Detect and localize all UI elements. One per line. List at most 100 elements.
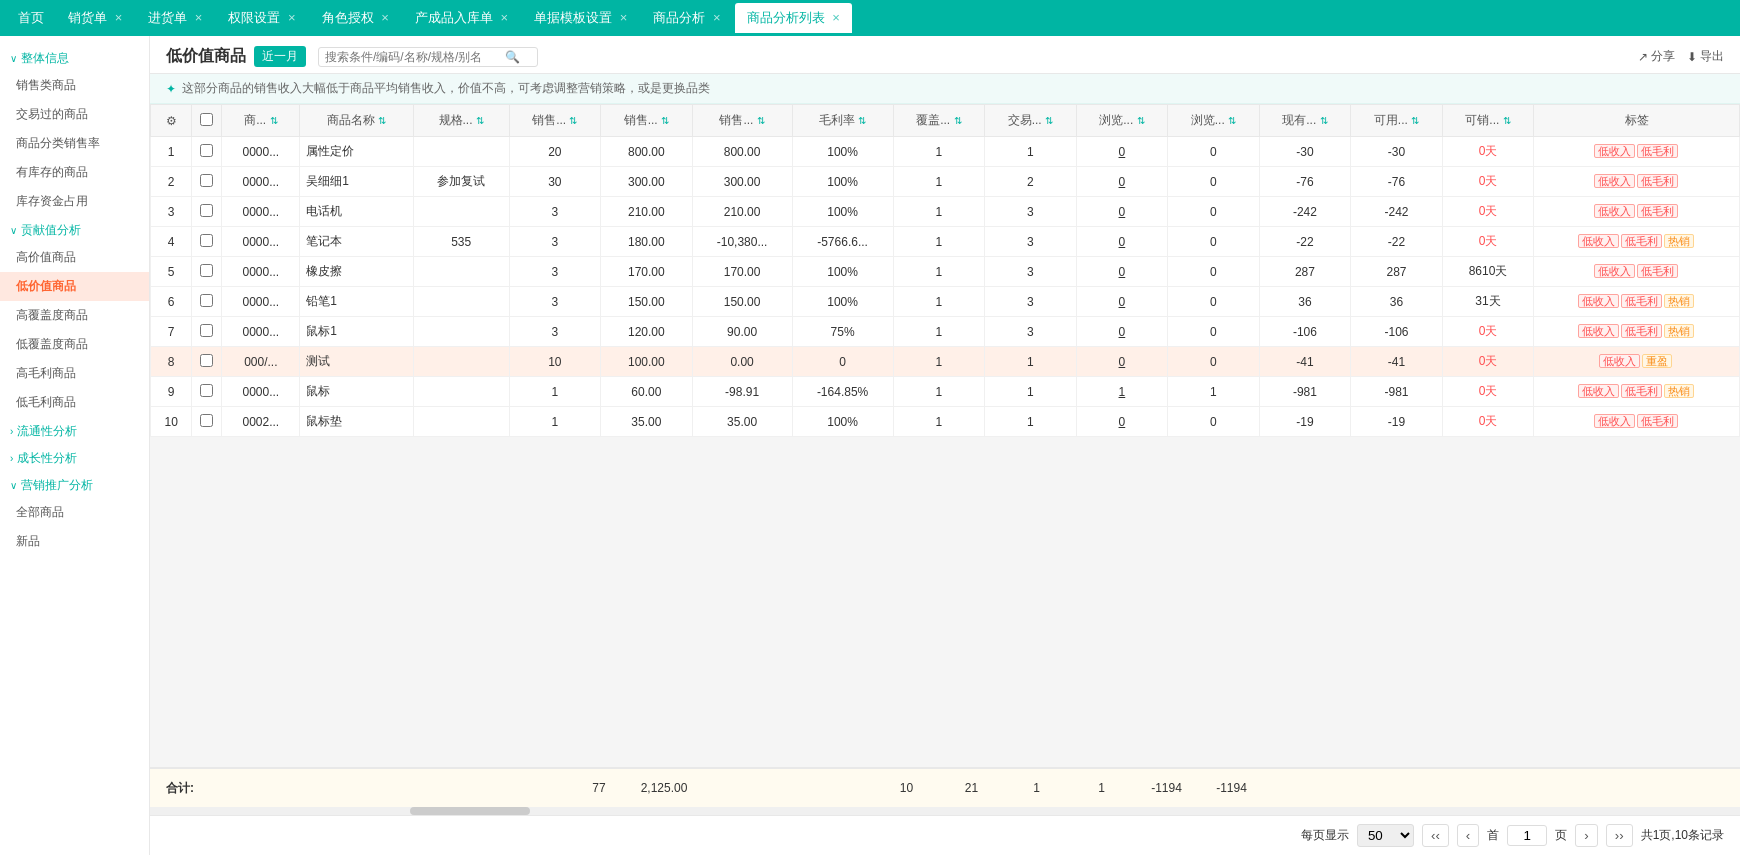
nav-item-6[interactable]: 商品分析 × bbox=[641, 3, 732, 33]
td-checkbox[interactable] bbox=[192, 197, 222, 227]
td-sale-amount: 300.00 bbox=[692, 167, 792, 197]
sidebar-group-contribution[interactable]: ∨ 贡献值分析 bbox=[0, 216, 149, 243]
sidebar-item-high-margin[interactable]: 高毛利商品 bbox=[0, 359, 149, 388]
row-checkbox[interactable] bbox=[200, 414, 213, 427]
prev-page-btn[interactable]: ‹ bbox=[1457, 824, 1479, 847]
td-checkbox[interactable] bbox=[192, 167, 222, 197]
th-sale-qty[interactable]: 销售... ⇅ bbox=[509, 105, 601, 137]
sidebar-item-sales-goods[interactable]: 销售类商品 bbox=[0, 71, 149, 100]
th-name[interactable]: 商品名称 ⇅ bbox=[300, 105, 414, 137]
th-tags[interactable]: 标签 bbox=[1534, 105, 1740, 137]
browse1-link[interactable]: 0 bbox=[1119, 235, 1126, 249]
th-checkbox[interactable] bbox=[192, 105, 222, 137]
browse1-link[interactable]: 0 bbox=[1119, 175, 1126, 189]
sidebar-item-all-goods[interactable]: 全部商品 bbox=[0, 498, 149, 527]
sidebar-item-stock-goods[interactable]: 有库存的商品 bbox=[0, 158, 149, 187]
browse1-link[interactable]: 0 bbox=[1119, 265, 1126, 279]
td-sale-qty: 3 bbox=[509, 317, 601, 347]
select-all-checkbox[interactable] bbox=[200, 113, 213, 126]
th-gross-rate[interactable]: 毛利率 ⇅ bbox=[792, 105, 893, 137]
tag-低收入: 低收入 bbox=[1594, 414, 1635, 428]
nav-item-1[interactable]: 进货单 × bbox=[136, 3, 214, 33]
th-sale-amount[interactable]: 销售... ⇅ bbox=[692, 105, 792, 137]
th-sale-price[interactable]: 销售... ⇅ bbox=[601, 105, 693, 137]
browse1-link[interactable]: 0 bbox=[1119, 325, 1126, 339]
th-trade[interactable]: 交易... ⇅ bbox=[985, 105, 1077, 137]
th-browse2[interactable]: 浏览... ⇅ bbox=[1168, 105, 1260, 137]
sidebar-group-overall[interactable]: ∨ 整体信息 bbox=[0, 44, 149, 71]
share-btn[interactable]: ↗ 分享 bbox=[1638, 48, 1675, 65]
row-checkbox[interactable] bbox=[200, 264, 213, 277]
tag-低毛利: 低毛利 bbox=[1621, 234, 1662, 248]
th-sellable[interactable]: 可销... ⇅ bbox=[1442, 105, 1534, 137]
th-available[interactable]: 可用... ⇅ bbox=[1351, 105, 1443, 137]
row-checkbox[interactable] bbox=[200, 384, 213, 397]
first-page-btn[interactable]: ‹‹ bbox=[1422, 824, 1449, 847]
sidebar-group-growth[interactable]: › 成长性分析 bbox=[0, 444, 149, 471]
sidebar: ∨ 整体信息 销售类商品 交易过的商品 商品分类销售率 有库存的商品 库存资金占… bbox=[0, 36, 150, 855]
next-page-btn[interactable]: › bbox=[1575, 824, 1597, 847]
sidebar-item-low-margin[interactable]: 低毛利商品 bbox=[0, 388, 149, 417]
td-checkbox[interactable] bbox=[192, 407, 222, 437]
sidebar-item-stock-capital[interactable]: 库存资金占用 bbox=[0, 187, 149, 216]
sidebar-item-low-coverage[interactable]: 低覆盖度商品 bbox=[0, 330, 149, 359]
browse1-link[interactable]: 0 bbox=[1119, 295, 1126, 309]
search-input[interactable] bbox=[325, 50, 505, 64]
browse1-link[interactable]: 1 bbox=[1119, 385, 1126, 399]
tag-热销: 热销 bbox=[1664, 384, 1694, 398]
row-checkbox[interactable] bbox=[200, 294, 213, 307]
th-settings[interactable]: ⚙ bbox=[151, 105, 192, 137]
time-filter-btn[interactable]: 近一月 bbox=[254, 46, 306, 67]
browse1-link[interactable]: 0 bbox=[1119, 145, 1126, 159]
td-gross-rate: 100% bbox=[792, 407, 893, 437]
export-btn[interactable]: ⬇ 导出 bbox=[1687, 48, 1724, 65]
td-checkbox[interactable] bbox=[192, 137, 222, 167]
table-row: 4 0000... 笔记本 535 3 180.00 -10,380... -5… bbox=[151, 227, 1740, 257]
sidebar-item-traded-goods[interactable]: 交易过的商品 bbox=[0, 100, 149, 129]
sidebar-group-circulation[interactable]: › 流通性分析 bbox=[0, 417, 149, 444]
sidebar-item-high-value[interactable]: 高价值商品 bbox=[0, 243, 149, 272]
nav-item-5[interactable]: 单据模板设置 × bbox=[522, 3, 639, 33]
row-checkbox[interactable] bbox=[200, 174, 213, 187]
search-icon[interactable]: 🔍 bbox=[505, 50, 520, 64]
row-checkbox[interactable] bbox=[200, 354, 213, 367]
th-code[interactable]: 商... ⇅ bbox=[222, 105, 300, 137]
sidebar-item-category-rate[interactable]: 商品分类销售率 bbox=[0, 129, 149, 158]
th-spec[interactable]: 规格... ⇅ bbox=[413, 105, 509, 137]
td-sellable: 0天 bbox=[1442, 137, 1534, 167]
sidebar-item-new-goods[interactable]: 新品 bbox=[0, 527, 149, 556]
nav-item-7[interactable]: 商品分析列表 × bbox=[735, 3, 852, 33]
page-size-select[interactable]: 50 100 200 bbox=[1357, 824, 1414, 847]
browse1-link[interactable]: 0 bbox=[1119, 355, 1126, 369]
sidebar-item-high-coverage[interactable]: 高覆盖度商品 bbox=[0, 301, 149, 330]
sidebar-group-marketing[interactable]: ∨ 营销推广分析 bbox=[0, 471, 149, 498]
last-page-btn[interactable]: ›› bbox=[1606, 824, 1633, 847]
row-checkbox[interactable] bbox=[200, 234, 213, 247]
browse1-link[interactable]: 0 bbox=[1119, 415, 1126, 429]
td-code: 0000... bbox=[222, 137, 300, 167]
nav-home[interactable]: 首页 bbox=[8, 3, 54, 33]
row-checkbox[interactable] bbox=[200, 324, 213, 337]
th-coverage[interactable]: 覆盖... ⇅ bbox=[893, 105, 985, 137]
nav-item-4[interactable]: 产成品入库单 × bbox=[403, 3, 520, 33]
total-current: -1194 bbox=[1134, 781, 1199, 795]
row-checkbox[interactable] bbox=[200, 144, 213, 157]
td-coverage: 1 bbox=[893, 167, 985, 197]
td-checkbox[interactable] bbox=[192, 227, 222, 257]
page-number-input[interactable] bbox=[1507, 825, 1547, 846]
nav-item-3[interactable]: 角色授权 × bbox=[310, 3, 401, 33]
td-checkbox[interactable] bbox=[192, 257, 222, 287]
td-checkbox[interactable] bbox=[192, 377, 222, 407]
browse1-link[interactable]: 0 bbox=[1119, 205, 1126, 219]
td-checkbox[interactable] bbox=[192, 347, 222, 377]
td-checkbox[interactable] bbox=[192, 317, 222, 347]
nav-item-2[interactable]: 权限设置 × bbox=[216, 3, 307, 33]
nav-item-0[interactable]: 销货单 × bbox=[56, 3, 134, 33]
th-current[interactable]: 现有... ⇅ bbox=[1259, 105, 1351, 137]
th-browse1[interactable]: 浏览... ⇅ bbox=[1076, 105, 1168, 137]
page-title: 低价值商品 bbox=[166, 46, 246, 67]
td-checkbox[interactable] bbox=[192, 287, 222, 317]
td-sale-amount: 0.00 bbox=[692, 347, 792, 377]
row-checkbox[interactable] bbox=[200, 204, 213, 217]
sidebar-item-low-value[interactable]: 低价值商品 bbox=[0, 272, 149, 301]
